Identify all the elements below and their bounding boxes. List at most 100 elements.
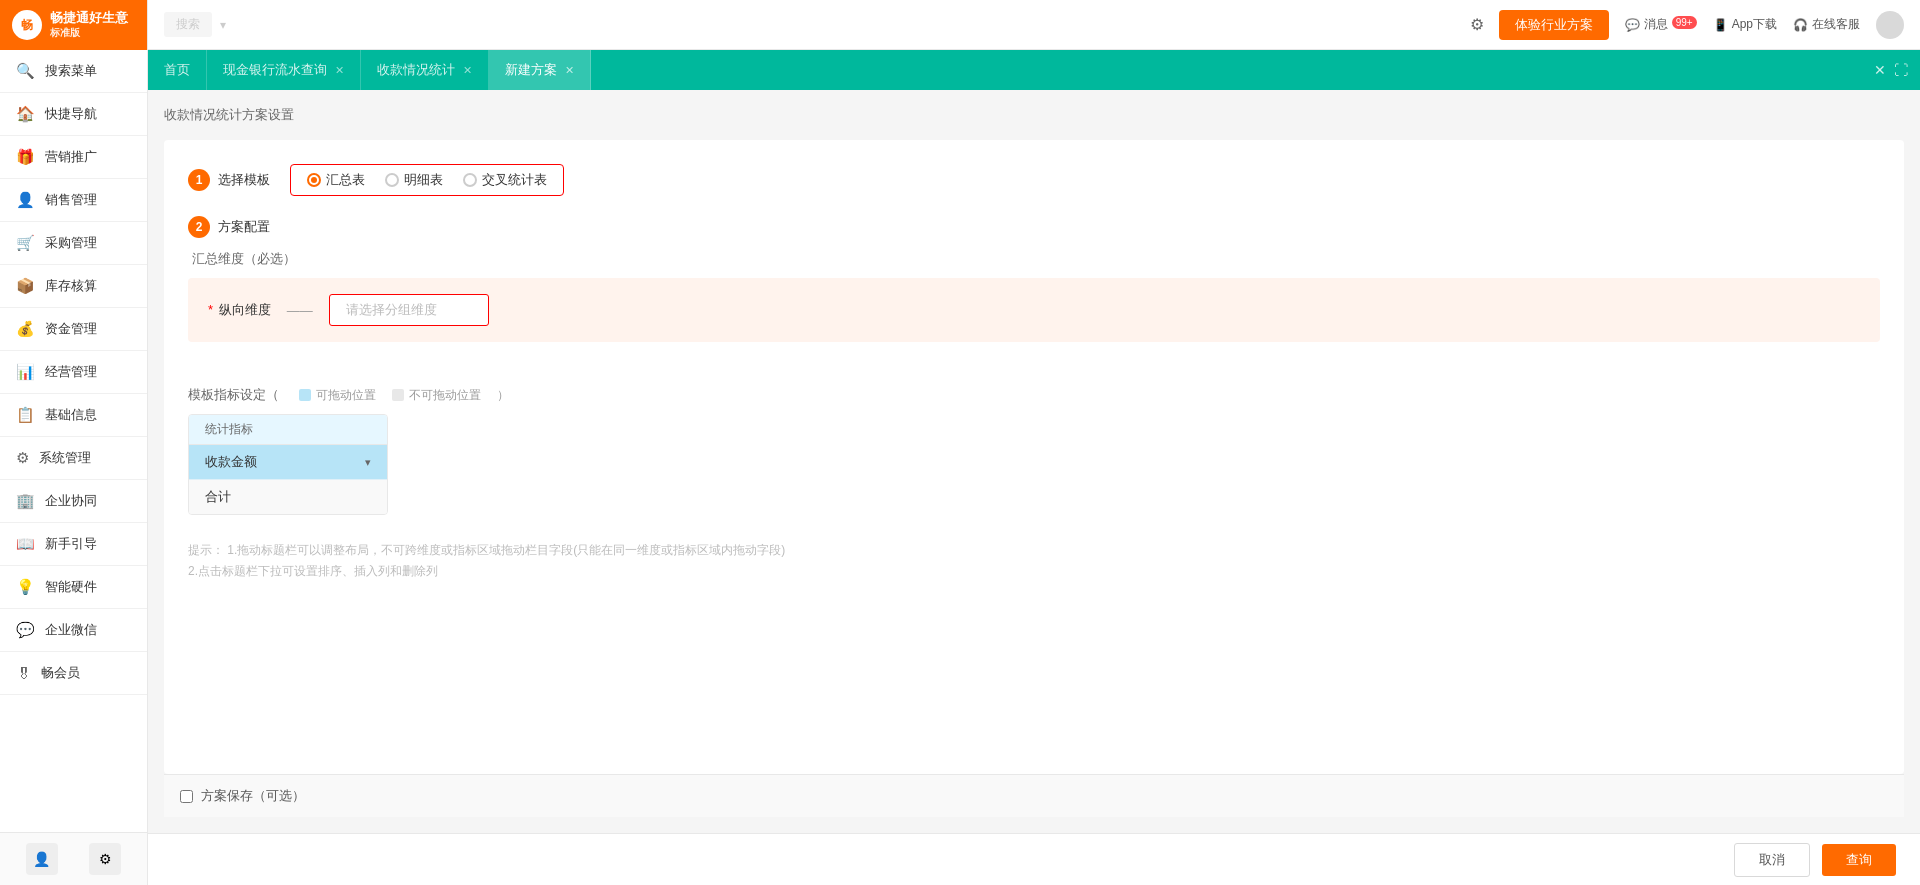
member-icon: 🎖 — [16, 665, 31, 682]
radio-cross-dot — [463, 173, 477, 187]
section2-number: 2 — [188, 216, 210, 238]
sidebar-item-operation[interactable]: 📊 经营管理 — [0, 351, 147, 394]
content-area: 收款情况统计方案设置 1 选择模板 汇总表 明细表 — [148, 90, 1920, 833]
sidebar-item-label: 畅会员 — [41, 664, 80, 682]
dimension-select-placeholder: 请选择分组维度 — [346, 301, 437, 319]
radio-summary-dot — [307, 173, 321, 187]
tab-bank-flow[interactable]: 现金银行流水查询 ✕ — [207, 50, 361, 90]
cancel-button[interactable]: 取消 — [1734, 843, 1810, 877]
sidebar-item-corp-wechat[interactable]: 💬 企业微信 — [0, 609, 147, 652]
tabbar: 首页 现金银行流水查询 ✕ 收款情况统计 ✕ 新建方案 ✕ ✕ ⛶ — [148, 50, 1920, 90]
sidebar-item-search-menu[interactable]: 🔍 搜索菜单 — [0, 50, 147, 93]
sidebar-item-label: 快捷导航 — [45, 105, 97, 123]
main-wrapper: 搜索 ▾ ⚙ 体验行业方案 💬 消息 99+ 📱 App下载 🎧 在线客服 首页 — [148, 0, 1920, 885]
tab-receipt-stats-label: 收款情况统计 — [377, 61, 455, 79]
radio-detail[interactable]: 明细表 — [385, 171, 443, 189]
radio-detail-label: 明细表 — [404, 171, 443, 189]
radio-cross-label: 交叉统计表 — [482, 171, 547, 189]
tab-expand[interactable]: ⛶ — [1894, 62, 1908, 78]
tab-receipt-stats[interactable]: 收款情况统计 ✕ — [361, 50, 489, 90]
sidebar-item-label: 销售管理 — [45, 191, 97, 209]
sidebar-footer-icon-1[interactable]: 👤 — [26, 843, 58, 875]
basic-info-icon: 📋 — [16, 406, 35, 424]
sidebar-item-label: 企业微信 — [45, 621, 97, 639]
sidebar-item-member[interactable]: 🎖 畅会员 — [0, 652, 147, 695]
breadcrumb-arrow: ▾ — [220, 18, 226, 32]
sidebar-item-label: 搜索菜单 — [45, 62, 97, 80]
metrics-table-header: 统计指标 — [189, 415, 387, 445]
tab-close-all[interactable]: ✕ — [1874, 62, 1886, 78]
sidebar-item-inventory[interactable]: 📦 库存核算 — [0, 265, 147, 308]
tab-receipt-stats-close[interactable]: ✕ — [463, 64, 472, 77]
sidebar-item-sales[interactable]: 👤 销售管理 — [0, 179, 147, 222]
marketing-icon: 🎁 — [16, 148, 35, 166]
operation-icon: 📊 — [16, 363, 35, 381]
sidebar-item-label: 库存核算 — [45, 277, 97, 295]
system-icon: ⚙ — [16, 449, 29, 467]
section1-row: 1 选择模板 汇总表 明细表 交叉统计表 — [188, 164, 1880, 196]
industry-btn[interactable]: 体验行业方案 — [1499, 10, 1609, 40]
gear-icon[interactable]: ⚙ — [1463, 11, 1491, 39]
sidebar-item-purchase[interactable]: 🛒 采购管理 — [0, 222, 147, 265]
radio-summary-label: 汇总表 — [326, 171, 365, 189]
dimension-row: * 纵向维度 —— 请选择分组维度 — [208, 294, 1860, 326]
sidebar-item-label: 新手引导 — [45, 535, 97, 553]
save-checkbox[interactable] — [180, 790, 193, 803]
bottom-bar: 取消 查询 — [148, 833, 1920, 885]
quick-nav-icon: 🏠 — [16, 105, 35, 123]
section2-title: 方案配置 — [218, 218, 270, 236]
notification-btn[interactable]: 💬 消息 99+ — [1625, 16, 1697, 33]
online-service-btn[interactable]: 🎧 在线客服 — [1793, 16, 1860, 33]
sidebar-footer: 👤 ⚙ — [0, 832, 147, 885]
template-radio-group: 汇总表 明细表 交叉统计表 — [290, 164, 564, 196]
sidebar-item-label: 经营管理 — [45, 363, 97, 381]
radio-cross[interactable]: 交叉统计表 — [463, 171, 547, 189]
tab-bank-flow-close[interactable]: ✕ — [335, 64, 344, 77]
save-label: 方案保存（可选） — [201, 787, 305, 805]
logo-badge: 标准版 — [50, 26, 128, 40]
sidebar-item-label: 资金管理 — [45, 320, 97, 338]
sidebar-item-finance[interactable]: 💰 资金管理 — [0, 308, 147, 351]
legend-close-paren: ） — [497, 387, 509, 404]
query-button[interactable]: 查询 — [1822, 844, 1896, 876]
sidebar-item-corp-collab[interactable]: 🏢 企业协同 — [0, 480, 147, 523]
radio-summary[interactable]: 汇总表 — [307, 171, 365, 189]
dimension-config: 汇总维度（必选） * 纵向维度 —— 请选择分组维度 — [188, 250, 1880, 358]
tabbar-controls: ✕ ⛶ — [1862, 50, 1920, 90]
sidebar-item-newbie[interactable]: 📖 新手引导 — [0, 523, 147, 566]
sidebar-item-system[interactable]: ⚙ 系统管理 — [0, 437, 147, 480]
dimension-arrow: —— — [287, 303, 313, 318]
metrics-section: 模板指标设定（ 可拖动位置 不可拖动位置 ） — [188, 386, 1880, 518]
sidebar-item-quick-nav[interactable]: 🏠 快捷导航 — [0, 93, 147, 136]
app-download-btn[interactable]: 📱 App下载 — [1713, 16, 1777, 33]
metrics-label: 模板指标设定（ — [188, 386, 279, 404]
user-avatar[interactable] — [1876, 11, 1904, 39]
legend-non-draggable-label: 不可拖动位置 — [409, 387, 481, 404]
app-download-icon: 📱 — [1713, 18, 1728, 32]
tip-2: 2.点击标题栏下拉可设置排序、插入列和删除列 — [188, 563, 1880, 580]
newbie-icon: 📖 — [16, 535, 35, 553]
sidebar-item-smart-hw[interactable]: 💡 智能硬件 — [0, 566, 147, 609]
dimension-box: * 纵向维度 —— 请选择分组维度 — [188, 278, 1880, 342]
sidebar-item-marketing[interactable]: 🎁 营销推广 — [0, 136, 147, 179]
sidebar-item-label: 企业协同 — [45, 492, 97, 510]
tip-1: 提示： 1.拖动标题栏可以调整布局，不可跨维度或指标区域拖动栏目字段(只能在同一… — [188, 542, 1880, 559]
tips-section: 提示： 1.拖动标题栏可以调整布局，不可跨维度或指标区域拖动栏目字段(只能在同一… — [188, 534, 1880, 592]
legend-non-draggable-dot — [392, 389, 404, 401]
sales-icon: 👤 — [16, 191, 35, 209]
tab-new-plan-close[interactable]: ✕ — [565, 64, 574, 77]
sidebar-item-label: 采购管理 — [45, 234, 97, 252]
legend-non-draggable: 不可拖动位置 — [392, 387, 481, 404]
corp-wechat-icon: 💬 — [16, 621, 35, 639]
metrics-cell-label: 收款金额 — [205, 453, 257, 471]
sidebar-footer-icon-2[interactable]: ⚙ — [89, 843, 121, 875]
dimension-select[interactable]: 请选择分组维度 — [329, 294, 489, 326]
breadcrumb-search[interactable]: 搜索 — [164, 12, 212, 37]
metrics-cell-amount[interactable]: 收款金额 ▾ — [189, 445, 387, 480]
tab-new-plan[interactable]: 新建方案 ✕ — [489, 50, 591, 90]
tab-home[interactable]: 首页 — [148, 50, 207, 90]
sidebar-item-basic-info[interactable]: 📋 基础信息 — [0, 394, 147, 437]
sidebar-logo: 畅 畅捷通好生意 标准版 — [0, 0, 147, 50]
radio-detail-dot — [385, 173, 399, 187]
tab-home-label: 首页 — [164, 61, 190, 79]
